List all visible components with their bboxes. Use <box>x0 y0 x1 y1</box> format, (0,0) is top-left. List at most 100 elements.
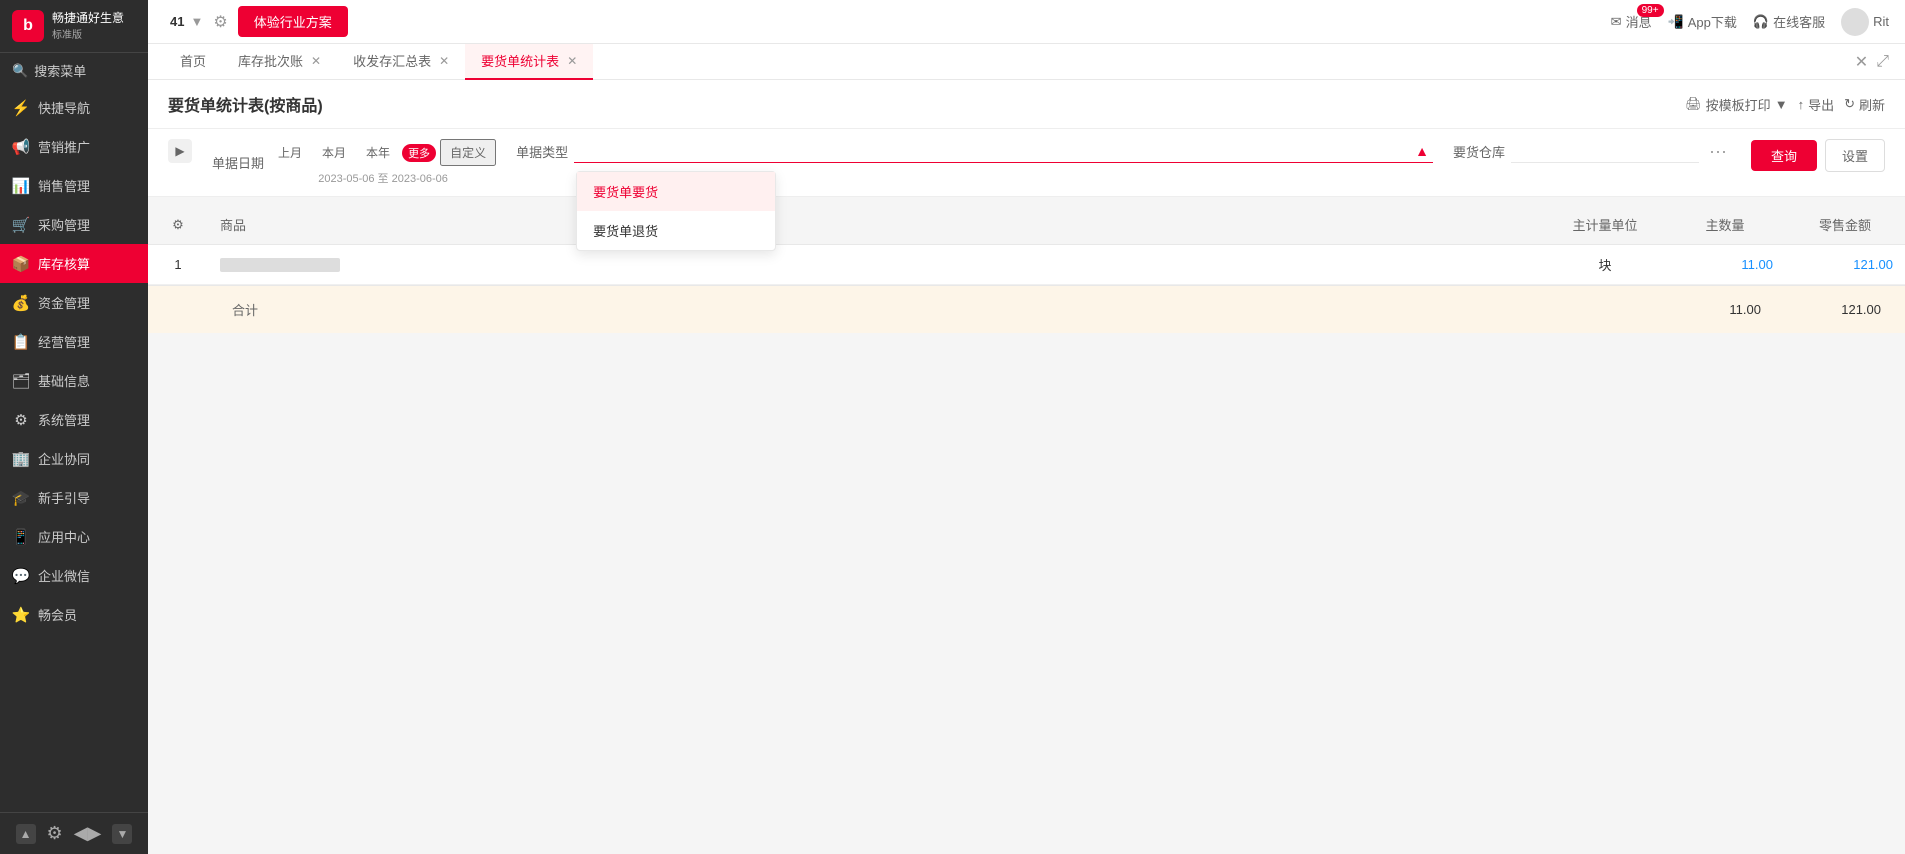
enterprise-icon: 🏢 <box>12 450 30 468</box>
print-dropdown-icon[interactable]: ▼ <box>1775 97 1788 112</box>
th-amount: 零售金额 <box>1785 205 1905 244</box>
type-dropdown-chevron[interactable]: ▲ <box>1411 143 1433 159</box>
sidebar-item-inventory[interactable]: 📦 库存核算 <box>0 244 148 283</box>
th-unit: 主计量单位 <box>1545 205 1665 244</box>
table-footer: 合计 11.00 121.00 <box>148 285 1905 333</box>
user-name: Rit <box>1873 14 1889 29</box>
purchase-icon: 🛒 <box>12 216 30 234</box>
sidebar-item-purchase[interactable]: 🛒 采购管理 <box>0 205 148 244</box>
th-settings[interactable]: ⚙ <box>148 205 208 244</box>
topbar-gear-icon[interactable]: ⚙ <box>213 12 227 32</box>
dropdown-item-order-return[interactable]: 要货单退货 <box>577 211 775 250</box>
warehouse-filter-input[interactable] <box>1511 139 1699 163</box>
store-dropdown-icon[interactable]: ▼ <box>190 14 203 29</box>
td-unit: 块 <box>1545 245 1665 284</box>
sidebar-item-operation[interactable]: 📋 经营管理 <box>0 322 148 361</box>
search-icon: 🔍 <box>12 63 28 79</box>
tab-close-order-summary[interactable]: ✕ <box>567 54 577 68</box>
date-this-year-btn[interactable]: 本年 <box>358 141 398 164</box>
export-button[interactable]: ↑ 导出 <box>1798 95 1835 114</box>
store-info: 41 ▼ <box>164 14 203 29</box>
sidebar-item-finance[interactable]: 💰 资金管理 <box>0 283 148 322</box>
sidebar-item-guide[interactable]: 🎓 新手引导 <box>0 478 148 517</box>
refresh-icon: ↻ <box>1844 96 1855 112</box>
tab-close-inventory-batch[interactable]: ✕ <box>311 54 321 68</box>
store-number: 41 <box>170 14 184 29</box>
export-icon: ↑ <box>1798 97 1805 112</box>
online-service-label: 在线客服 <box>1773 12 1825 31</box>
sidebar-logo: b 畅捷通好生意 标准版 <box>0 0 148 53</box>
td-amount: 121.00 <box>1785 245 1905 284</box>
refresh-button[interactable]: ↻ 刷新 <box>1844 95 1885 114</box>
app-download-icon: 📲 <box>1668 14 1684 30</box>
sidebar-settings-icon[interactable]: ⚙ <box>47 823 63 844</box>
date-range-display: 2023-05-06 至 2023-06-06 <box>318 170 448 186</box>
logo-sub: 标准版 <box>52 26 124 41</box>
date-this-month-btn[interactable]: 本月 <box>314 141 354 164</box>
table-row: 1 块 11.00 121.00 <box>148 245 1905 285</box>
sidebar-item-basic[interactable]: 🗂 基础信息 <box>0 361 148 400</box>
sidebar-item-marketing[interactable]: 📢 营销推广 <box>0 127 148 166</box>
footer-amount: 121.00 <box>1773 296 1893 323</box>
sidebar-scroll-down[interactable]: ▼ <box>112 824 132 844</box>
wechat-icon: 💬 <box>12 567 30 585</box>
warehouse-more-icon[interactable]: ··· <box>1705 141 1731 162</box>
tab-home[interactable]: 首页 <box>164 44 222 80</box>
tab-order-summary[interactable]: 要货单统计表 ✕ <box>465 44 593 80</box>
logo-icon: b <box>12 10 44 42</box>
online-service-button[interactable]: 🎧 在线客服 <box>1753 12 1825 31</box>
page-header: 要货单统计表(按商品) 🖨 按模板打印 ▼ ↑ 导出 ↻ 刷新 <box>148 80 1905 129</box>
sidebar-item-system[interactable]: ⚙ 系统管理 <box>0 400 148 439</box>
vip-icon: ⭐ <box>12 606 30 624</box>
sidebar-collapse-icon[interactable]: ◀▶ <box>74 823 102 844</box>
trial-button[interactable]: 体验行业方案 <box>238 6 348 37</box>
sidebar-item-apps[interactable]: 📱 应用中心 <box>0 517 148 556</box>
sidebar-scroll-up[interactable]: ▲ <box>16 824 36 844</box>
footer-empty-unit <box>1533 296 1653 323</box>
warehouse-filter-section: 要货仓库 ··· <box>1453 139 1731 163</box>
type-input-wrapper: ▲ <box>574 139 1433 163</box>
sidebar-item-sales[interactable]: 📊 销售管理 <box>0 166 148 205</box>
dropdown-item-order-goods[interactable]: 要货单要货 <box>577 172 775 211</box>
user-menu[interactable]: Rit <box>1841 8 1889 36</box>
logo-text: 畅捷通好生意 <box>52 11 124 27</box>
tab-inventory-batch[interactable]: 库存批次账 ✕ <box>222 44 337 80</box>
filter-expand-button[interactable]: ▶ <box>168 139 192 163</box>
page-title: 要货单统计表(按商品) <box>168 92 323 116</box>
td-product <box>208 245 1545 284</box>
operation-icon: 📋 <box>12 333 30 351</box>
marketing-icon: 📢 <box>12 138 30 156</box>
amount-link[interactable]: 121.00 <box>1853 257 1893 272</box>
date-custom-btn[interactable]: 自定义 <box>440 139 496 166</box>
query-button[interactable]: 查询 <box>1751 140 1817 171</box>
search-menu-button[interactable]: 🔍 搜索菜单 <box>0 53 148 88</box>
settings-button[interactable]: 设置 <box>1825 139 1885 172</box>
date-filter-section: 单据日期 上月 本月 本年 更多 自定义 2023-05-06 至 2023-0… <box>212 139 496 186</box>
inventory-icon: 📦 <box>12 255 30 273</box>
filter-actions: 查询 设置 <box>1751 139 1885 172</box>
sidebar-item-vip[interactable]: ⭐ 畅会员 <box>0 595 148 634</box>
messages-button[interactable]: ✉ 消息 99+ <box>1611 12 1652 31</box>
type-filter-label: 单据类型 <box>516 142 568 161</box>
quantity-link[interactable]: 11.00 <box>1741 257 1773 272</box>
print-button[interactable]: 🖨 按模板打印 ▼ <box>1685 95 1787 114</box>
type-filter-input[interactable] <box>574 139 1411 162</box>
system-icon: ⚙ <box>12 411 30 429</box>
app-download-label: App下载 <box>1688 12 1737 31</box>
date-last-month-btn[interactable]: 上月 <box>270 141 310 164</box>
tab-receivable-summary[interactable]: 收发存汇总表 ✕ <box>337 44 465 80</box>
tabs-close-all-icon[interactable]: ✕ <box>1855 52 1868 72</box>
sidebar-item-enterprise[interactable]: 🏢 企业协同 <box>0 439 148 478</box>
finance-icon: 💰 <box>12 294 30 312</box>
product-placeholder <box>220 258 340 272</box>
sidebar-item-quick-nav[interactable]: ⚡ 快捷导航 <box>0 88 148 127</box>
type-filter-section: 单据类型 ▲ 要货单要货 要货单退货 <box>516 139 1433 163</box>
date-more-badge[interactable]: 更多 <box>402 144 436 162</box>
messages-icon: ✉ <box>1611 14 1622 30</box>
tab-close-receivable-summary[interactable]: ✕ <box>439 54 449 68</box>
tabs-maximize-icon[interactable]: ⤢ <box>1876 53 1889 71</box>
app-download-button[interactable]: 📲 App下载 <box>1668 12 1737 31</box>
th-product: 商品 <box>208 205 1545 244</box>
type-dropdown-menu: 要货单要货 要货单退货 <box>576 171 776 251</box>
sidebar-item-wechat[interactable]: 💬 企业微信 <box>0 556 148 595</box>
